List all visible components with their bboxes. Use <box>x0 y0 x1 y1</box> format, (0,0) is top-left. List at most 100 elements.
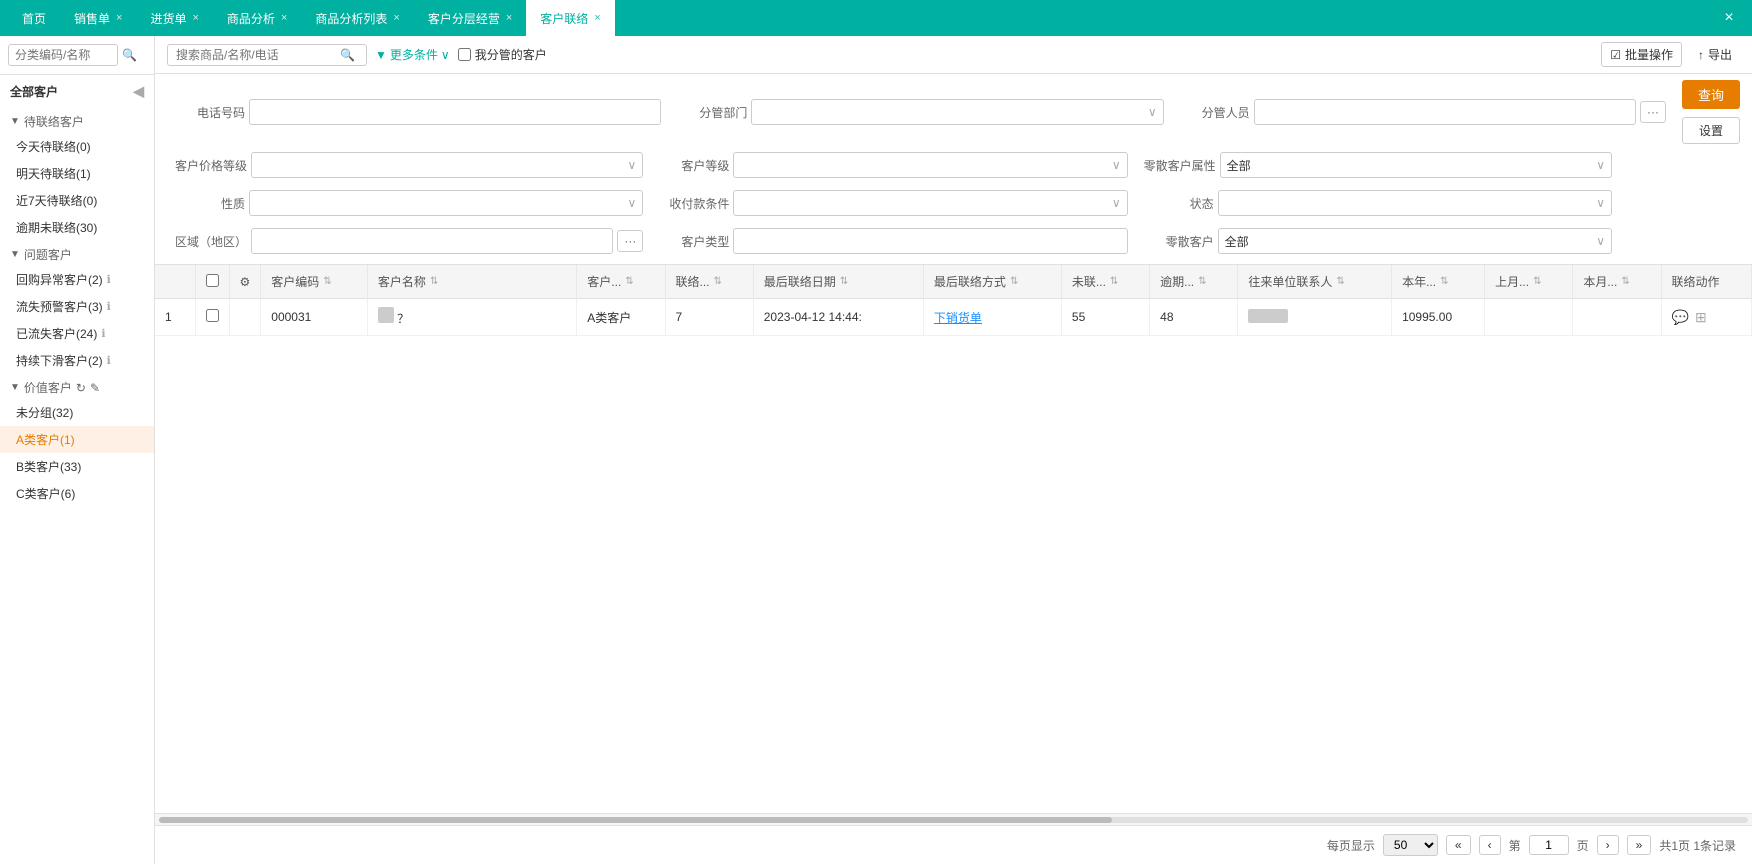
per-page-label: 每页显示 <box>1327 837 1375 854</box>
status-label: 状态 <box>1144 195 1214 212</box>
nav-purchase[interactable]: 进货单 × <box>136 0 212 36</box>
page-number-input[interactable] <box>1529 835 1569 855</box>
nav-customer-segment-close[interactable]: × <box>506 12 512 24</box>
chat-action-icon[interactable]: 💬 <box>1672 309 1689 326</box>
contact-method-link[interactable]: 下销货单 <box>934 311 982 325</box>
sort-icon-year[interactable]: ⇅ <box>1440 276 1448 287</box>
sidebar-search-input[interactable] <box>8 44 118 66</box>
scatter-select[interactable]: 全部 ∨ <box>1218 228 1612 254</box>
query-button[interactable]: 查询 <box>1682 80 1740 109</box>
sort-icon-overdue[interactable]: ⇅ <box>1198 276 1206 287</box>
table-settings-icon[interactable]: ⚙ <box>240 275 251 289</box>
per-page-select[interactable]: 50 100 200 <box>1383 834 1438 856</box>
sidebar-all-customers[interactable]: 全部客户 ◀ <box>0 75 154 108</box>
customer-level-select[interactable]: ∨ <box>733 152 1127 178</box>
cell-contact-count: 7 <box>665 299 753 336</box>
nav-home[interactable]: 首页 <box>8 0 60 36</box>
pagination-bar: 每页显示 50 100 200 « ‹ 第 页 › » 共1页 1条记录 <box>155 825 1752 864</box>
nav-customer-segment[interactable]: 客户分层经营 × <box>414 0 526 36</box>
sidebar-item-repurchase-anomaly[interactable]: 回购异常客户(2) ℹ <box>0 266 154 293</box>
sidebar-item-churned[interactable]: 已流失客户(24) ℹ <box>0 320 154 347</box>
col-actions: 联络动作 <box>1661 265 1751 299</box>
dept-select[interactable]: ∨ <box>751 99 1163 125</box>
sidebar-search-icon[interactable]: 🔍 <box>122 48 137 62</box>
next-page-button[interactable]: › <box>1597 835 1619 855</box>
payment-select[interactable]: ∨ <box>733 190 1127 216</box>
horizontal-scrollbar[interactable] <box>155 813 1752 825</box>
edit-icon[interactable]: ✎ <box>90 381 100 395</box>
nav-sales[interactable]: 销售单 × <box>60 0 136 36</box>
batch-op-button[interactable]: ☑ 批量操作 <box>1601 42 1682 67</box>
sort-icon-method[interactable]: ⇅ <box>1010 276 1018 287</box>
main-search-box: 🔍 <box>167 44 367 66</box>
main-search-icon[interactable]: 🔍 <box>340 48 355 62</box>
row-actions-group: 💬 ⊞ <box>1672 309 1741 326</box>
sort-icon-last-month[interactable]: ⇅ <box>1533 276 1541 287</box>
sidebar-item-overdue[interactable]: 逾期未联络(30) <box>0 214 154 241</box>
sidebar-item-class-c[interactable]: C类客户(6) <box>0 480 154 507</box>
sidebar-item-7days[interactable]: 近7天待联络(0) <box>0 187 154 214</box>
sidebar-item-class-a[interactable]: A类客户(1) <box>0 426 154 453</box>
phone-input[interactable] <box>249 99 661 125</box>
sidebar-collapse-icon[interactable]: ◀ <box>133 83 144 100</box>
sort-icon-code[interactable]: ⇅ <box>323 276 331 287</box>
info-icon-2: ℹ <box>107 300 111 313</box>
refresh-icon[interactable]: ↻ <box>76 381 86 395</box>
table-header-row: ⚙ 客户编码⇅ 客户名称⇅ 客户...⇅ 联络...⇅ <box>155 265 1752 299</box>
sidebar-item-declining[interactable]: 持续下滑客户(2) ℹ <box>0 347 154 374</box>
unit-contact-badge <box>1248 309 1288 323</box>
price-level-select[interactable]: ∨ <box>251 152 643 178</box>
nav-purchase-close[interactable]: × <box>192 12 198 24</box>
row-checkbox[interactable] <box>206 309 219 322</box>
scatter-chevron: ∨ <box>1596 234 1605 248</box>
scatter-attr-select[interactable]: 全部 ∨ <box>1220 152 1612 178</box>
sort-icon-no-contact[interactable]: ⇅ <box>1110 276 1118 287</box>
prev-page-button[interactable]: ‹ <box>1479 835 1501 855</box>
sort-icon-date[interactable]: ⇅ <box>840 276 848 287</box>
nav-customer-contact[interactable]: 客户联络 × <box>526 0 614 36</box>
export-button[interactable]: ↑ 导出 <box>1690 43 1740 66</box>
settings-button[interactable]: 设置 <box>1682 117 1740 144</box>
section-pending-contact[interactable]: ▼ 待联络客户 <box>0 108 154 133</box>
sort-icon-contact[interactable]: ⇅ <box>714 276 722 287</box>
arrow-problem: ▼ <box>10 249 20 260</box>
col-contact-count: 联络...⇅ <box>665 265 753 299</box>
my-customers-checkbox[interactable] <box>458 48 471 61</box>
nav-product-analysis[interactable]: 商品分析 × <box>213 0 301 36</box>
section-problem-customers[interactable]: ▼ 问题客户 <box>0 241 154 266</box>
scroll-thumb[interactable] <box>159 817 1112 823</box>
status-select[interactable]: ∨ <box>1218 190 1612 216</box>
nav-product-analysis-close[interactable]: × <box>281 12 287 24</box>
sort-icon-this-month[interactable]: ⇅ <box>1621 276 1629 287</box>
nav-product-list-close[interactable]: × <box>393 12 399 24</box>
cell-index: 1 <box>155 299 195 336</box>
sidebar-item-today[interactable]: 今天待联络(0) <box>0 133 154 160</box>
region-dots-button[interactable]: ··· <box>617 230 643 252</box>
first-page-button[interactable]: « <box>1446 835 1471 855</box>
nature-select[interactable]: ∨ <box>249 190 643 216</box>
sort-icon-type[interactable]: ⇅ <box>625 276 633 287</box>
more-filters-button[interactable]: ▼ 更多条件 ∨ <box>375 46 450 63</box>
sort-icon-unit[interactable]: ⇅ <box>1336 276 1344 287</box>
manager-input[interactable] <box>1254 99 1636 125</box>
col-checkbox <box>195 265 229 299</box>
last-page-button[interactable]: » <box>1627 835 1652 855</box>
col-last-contact-method: 最后联络方式⇅ <box>923 265 1061 299</box>
main-search-input[interactable] <box>176 48 336 62</box>
section-value-customers[interactable]: ▼ 价值客户 ↻ ✎ <box>0 374 154 399</box>
sidebar-item-tomorrow[interactable]: 明天待联络(1) <box>0 160 154 187</box>
nav-product-list[interactable]: 商品分析列表 × <box>301 0 413 36</box>
sidebar-item-class-b[interactable]: B类客户(33) <box>0 453 154 480</box>
nav-sales-close[interactable]: × <box>116 12 122 24</box>
sidebar-item-ungrouped[interactable]: 未分组(32) <box>0 399 154 426</box>
sort-icon-name[interactable]: ⇅ <box>430 276 438 287</box>
barcode-action-icon[interactable]: ⊞ <box>1695 309 1707 326</box>
close-all-button[interactable]: × <box>1714 3 1744 33</box>
customer-type-input[interactable] <box>733 228 1127 254</box>
manager-dots-button[interactable]: ··· <box>1640 101 1666 123</box>
nav-customer-contact-close[interactable]: × <box>594 12 600 24</box>
my-customers-checkbox-label[interactable]: 我分管的客户 <box>458 46 547 63</box>
region-input[interactable] <box>251 228 613 254</box>
select-all-checkbox[interactable] <box>206 274 219 287</box>
sidebar-item-churn-warning[interactable]: 流失预警客户(3) ℹ <box>0 293 154 320</box>
